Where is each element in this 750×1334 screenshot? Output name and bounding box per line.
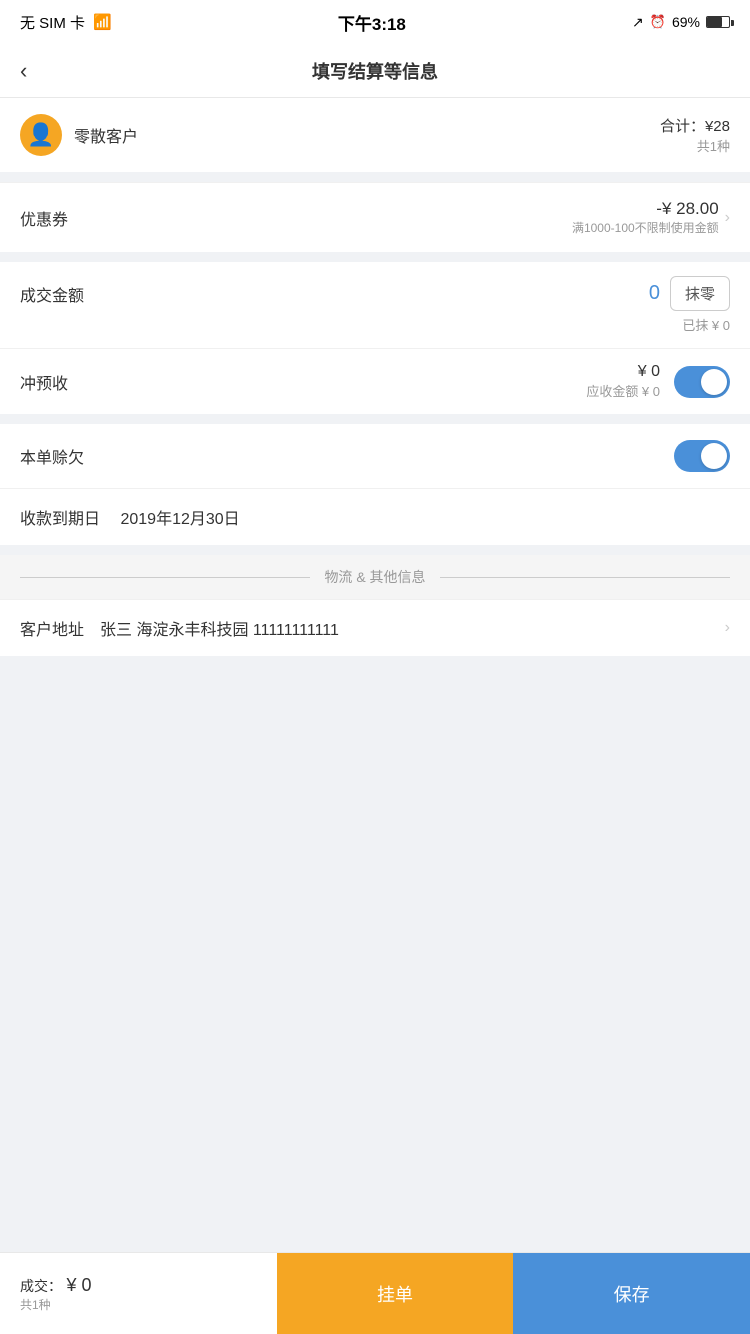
- deal-row: 成交金额 0 抹零: [20, 276, 730, 311]
- customer-name: 零散客户: [74, 123, 138, 147]
- prepay-amounts: ¥ 0 应收金额 ¥ 0: [586, 363, 660, 400]
- address-row[interactable]: 客户地址 张三 海淀永丰科技园 11111111111 ›: [0, 599, 750, 656]
- coupon-desc: 满1000-100不限制使用金额: [572, 219, 719, 236]
- coupon-right: -¥ 28.00 满1000-100不限制使用金额 ›: [572, 199, 730, 236]
- bottom-bar: 成交： ¥ 0 共1种 挂单 保存: [0, 1252, 750, 1334]
- prepay-receivable: 应收金额 ¥ 0: [586, 381, 660, 400]
- coupon-discount: -¥ 28.00: [572, 199, 719, 219]
- customer-avatar: 👤: [20, 114, 62, 156]
- bottom-deal-row: 成交： ¥ 0: [20, 1275, 257, 1296]
- address-value: 张三 海淀永丰科技园 11111111111: [100, 616, 725, 640]
- customer-total-count: 共1种: [660, 136, 730, 155]
- deal-value: 0: [630, 282, 660, 305]
- status-left: 无 SIM 卡 📶: [20, 12, 112, 33]
- pending-button[interactable]: 挂单: [277, 1253, 514, 1334]
- credit-toggle-knob: [701, 443, 727, 469]
- status-bar: 无 SIM 卡 📶 下午3:18 ↗ ⏰ 69%: [0, 0, 750, 44]
- prepay-toggle[interactable]: [674, 366, 730, 398]
- coupon-chevron-icon: ›: [725, 209, 730, 227]
- due-date-value: 2019年12月30日: [120, 511, 239, 528]
- credit-section: 本单赊欠 收款到期日 2019年12月30日: [0, 424, 750, 545]
- address-label: 客户地址: [20, 616, 84, 640]
- battery-icon: [706, 16, 730, 28]
- bottom-deal-label: 成交：: [20, 1278, 62, 1294]
- deal-section: 成交金额 0 抹零 已抹 ¥ 0 冲预收 ¥ 0 应收金额 ¥ 0: [0, 262, 750, 414]
- back-button[interactable]: ‹: [20, 58, 27, 84]
- credit-toggle[interactable]: [674, 440, 730, 472]
- nav-bar: ‹ 填写结算等信息: [0, 44, 750, 98]
- toggle-knob: [701, 369, 727, 395]
- bottom-deal-amount: ¥ 0: [66, 1275, 91, 1295]
- page-title: 填写结算等信息: [312, 58, 438, 84]
- logistics-header-line: 物流 & 其他信息: [20, 567, 730, 587]
- coupon-label: 优惠券: [20, 206, 68, 230]
- carrier-text: 无 SIM 卡: [20, 12, 85, 33]
- round-zero-button[interactable]: 抹零: [670, 276, 730, 311]
- customer-total: 合计：¥28 共1种: [660, 115, 730, 155]
- coupon-section: 优惠券 -¥ 28.00 满1000-100不限制使用金额 ›: [0, 182, 750, 252]
- wifi-icon: 📶: [93, 13, 112, 31]
- content: 👤 零散客户 合计：¥28 共1种 优惠券 -¥ 28.00 满1000-100…: [0, 98, 750, 766]
- status-right: ↗ ⏰ 69%: [632, 14, 730, 31]
- deal-label: 成交金额: [20, 282, 84, 306]
- battery-percent: 69%: [672, 14, 700, 30]
- credit-row: 本单赊欠: [0, 424, 750, 488]
- due-date-label: 收款到期日: [20, 511, 100, 528]
- deal-right: 0 抹零: [630, 276, 730, 311]
- customer-row[interactable]: 👤 零散客户 合计：¥28 共1种: [0, 98, 750, 172]
- save-button[interactable]: 保存: [513, 1253, 750, 1334]
- prepay-amount: ¥ 0: [586, 363, 660, 381]
- deal-row-container: 成交金额 0 抹零 已抹 ¥ 0: [0, 262, 750, 348]
- deal-sub-label: 已抹 ¥ 0: [20, 315, 730, 334]
- customer-section: 👤 零散客户 合计：¥28 共1种: [0, 98, 750, 172]
- customer-left: 👤 零散客户: [20, 114, 138, 156]
- logistics-header: 物流 & 其他信息: [0, 555, 750, 599]
- logistics-header-text: 物流 & 其他信息: [324, 567, 425, 587]
- logistics-section: 物流 & 其他信息 客户地址 张三 海淀永丰科技园 11111111111 ›: [0, 555, 750, 656]
- alarm-icon: ⏰: [650, 14, 666, 30]
- bottom-count: 共1种: [20, 1296, 257, 1313]
- address-chevron-icon: ›: [725, 619, 730, 637]
- coupon-row[interactable]: 优惠券 -¥ 28.00 满1000-100不限制使用金额 ›: [0, 182, 750, 252]
- location-icon: ↗: [632, 14, 644, 31]
- prepay-right: ¥ 0 应收金额 ¥ 0: [586, 363, 730, 400]
- prepay-label: 冲预收: [20, 370, 68, 394]
- due-date-row: 收款到期日 2019年12月30日: [0, 488, 750, 545]
- avatar-icon: 👤: [27, 122, 54, 148]
- customer-total-amount: 合计：¥28: [660, 115, 730, 136]
- prepay-row: 冲预收 ¥ 0 应收金额 ¥ 0: [0, 348, 750, 414]
- coupon-right-inner: -¥ 28.00 满1000-100不限制使用金额: [572, 199, 719, 236]
- bottom-info: 成交： ¥ 0 共1种: [0, 1275, 277, 1313]
- credit-label: 本单赊欠: [20, 444, 84, 468]
- status-time: 下午3:18: [338, 10, 406, 35]
